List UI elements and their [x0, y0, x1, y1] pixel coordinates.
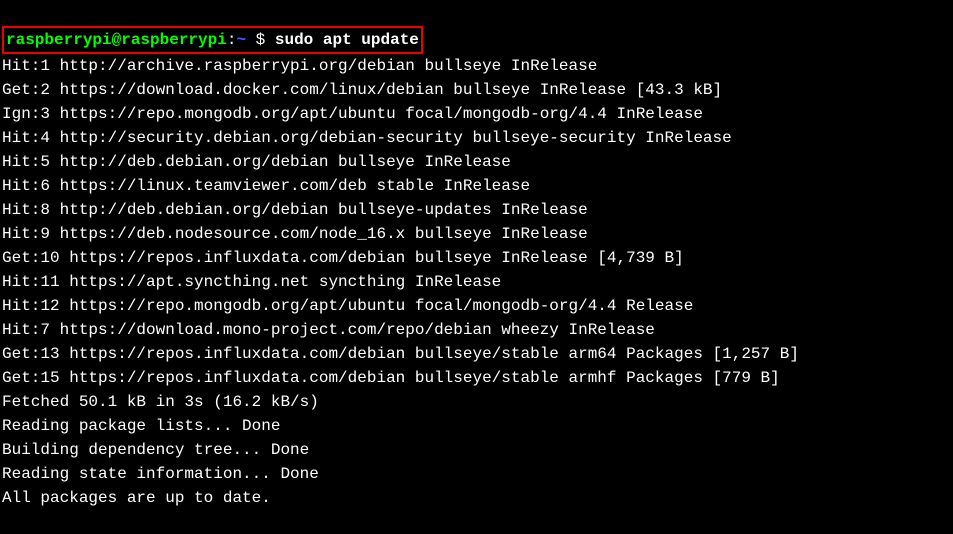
- prompt-highlight-box: raspberrypi@raspberrypi:~ $ sudo apt upd…: [2, 26, 423, 54]
- output-line: Hit:8 http://deb.debian.org/debian bulls…: [2, 198, 951, 222]
- output-line: Get:10 https://repos.influxdata.com/debi…: [2, 246, 951, 270]
- prompt-user-host: raspberrypi@raspberrypi: [6, 31, 227, 49]
- prompt-colon: :: [227, 31, 237, 49]
- output-line: Reading state information... Done: [2, 462, 951, 486]
- output-line: Hit:9 https://deb.nodesource.com/node_16…: [2, 222, 951, 246]
- output-line: Ign:3 https://repo.mongodb.org/apt/ubunt…: [2, 102, 951, 126]
- command-input[interactable]: sudo apt update: [275, 31, 419, 49]
- output-line: All packages are up to date.: [2, 486, 951, 510]
- output-line: Hit:4 http://security.debian.org/debian-…: [2, 126, 951, 150]
- prompt-dollar: $: [246, 31, 275, 49]
- terminal-window[interactable]: raspberrypi@raspberrypi:~ $ sudo apt upd…: [2, 2, 951, 534]
- prompt-path: ~: [236, 31, 246, 49]
- output-line: Get:13 https://repos.influxdata.com/debi…: [2, 342, 951, 366]
- output-line: Fetched 50.1 kB in 3s (16.2 kB/s): [2, 390, 951, 414]
- output-line: Hit:6 https://linux.teamviewer.com/deb s…: [2, 174, 951, 198]
- output-line: Hit:5 http://deb.debian.org/debian bulls…: [2, 150, 951, 174]
- output-line: Hit:12 https://repo.mongodb.org/apt/ubun…: [2, 294, 951, 318]
- output-line: Hit:1 http://archive.raspberrypi.org/deb…: [2, 54, 951, 78]
- output-line: Hit:11 https://apt.syncthing.net syncthi…: [2, 270, 951, 294]
- output-line: Reading package lists... Done: [2, 414, 951, 438]
- output-line: Get:15 https://repos.influxdata.com/debi…: [2, 366, 951, 390]
- output-line: Building dependency tree... Done: [2, 438, 951, 462]
- output-line: Hit:7 https://download.mono-project.com/…: [2, 318, 951, 342]
- output-line: Get:2 https://download.docker.com/linux/…: [2, 78, 951, 102]
